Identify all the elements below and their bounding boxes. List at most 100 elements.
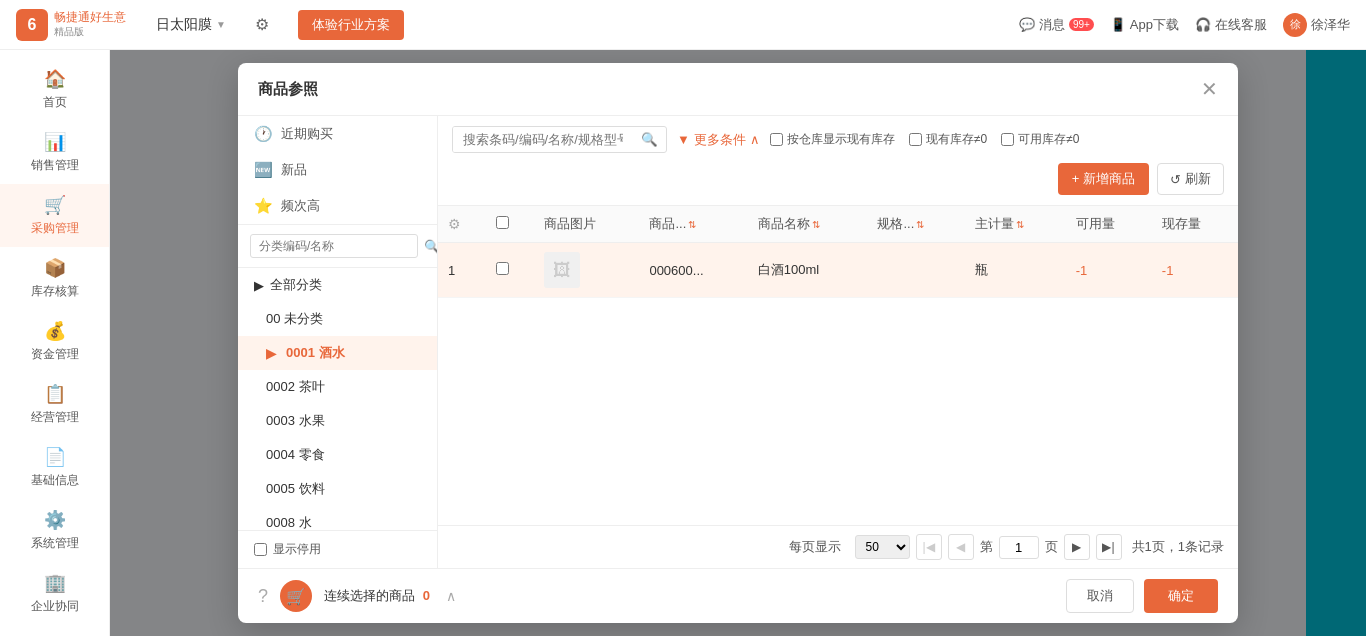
page-suffix-zh: 页 xyxy=(1045,538,1058,556)
page-prev-button[interactable]: ◀ xyxy=(948,534,974,560)
selected-count: 0 xyxy=(423,588,430,603)
cancel-button[interactable]: 取消 xyxy=(1066,579,1134,613)
existing-stock-checkbox[interactable] xyxy=(909,133,922,146)
col-unit[interactable]: 主计量⇅ xyxy=(965,206,1066,243)
show-disabled-label[interactable]: 显示停用 xyxy=(254,541,421,558)
product-search-input[interactable] xyxy=(453,127,633,152)
page-number-input[interactable] xyxy=(999,536,1039,559)
logo-icon: 6 xyxy=(16,9,48,41)
message-badge: 99+ xyxy=(1069,18,1094,31)
check-existing-stock[interactable]: 现有库存≠0 xyxy=(909,131,987,148)
phone-icon: 📱 xyxy=(1110,17,1126,32)
product-search-button[interactable]: 🔍 xyxy=(633,127,666,152)
category-snack[interactable]: 0004 零食 xyxy=(238,438,437,472)
table-row[interactable]: 1 🖼 000600... 白酒100ml 瓶 xyxy=(438,243,1238,298)
app-download-button[interactable]: 📱 App下载 xyxy=(1110,16,1179,34)
star-icon: ⭐ xyxy=(254,197,273,215)
cell-checkbox[interactable] xyxy=(486,243,534,298)
check-available-stock[interactable]: 可用库存≠0 xyxy=(1001,131,1079,148)
col-settings[interactable]: ⚙ xyxy=(438,206,486,243)
modal-left-footer: 显示停用 xyxy=(238,530,437,568)
add-product-button[interactable]: + 新增商品 xyxy=(1058,163,1149,195)
sidebar-item-business[interactable]: 📋 经营管理 xyxy=(0,373,109,436)
sidebar-item-home[interactable]: 🏠 首页 xyxy=(0,58,109,121)
page-last-button[interactable]: ▶| xyxy=(1096,534,1122,560)
cart-icon[interactable]: 🛒 xyxy=(280,580,312,612)
category-fruit[interactable]: 0003 水果 xyxy=(238,404,437,438)
chevron-up-icon: ∧ xyxy=(750,132,760,147)
purchase-icon: 🛒 xyxy=(44,194,66,216)
col-code[interactable]: 商品...⇅ xyxy=(639,206,747,243)
messages-button[interactable]: 💬 消息 99+ xyxy=(1019,16,1094,34)
trial-button[interactable]: 体验行业方案 xyxy=(298,10,404,40)
modal-overlay: 商品参照 ✕ 🕐 近期购买 🆕 xyxy=(110,50,1366,636)
help-icon[interactable]: ? xyxy=(258,586,268,607)
finance-icon: 💰 xyxy=(44,320,66,342)
sales-icon: 📊 xyxy=(44,131,66,153)
nav-dropdown[interactable]: 日太阳膜 ▼ xyxy=(156,16,226,34)
category-search-bar: 🔍 « xyxy=(238,225,437,268)
footer-actions: 取消 确定 xyxy=(1066,579,1218,613)
refresh-button[interactable]: ↺ 刷新 xyxy=(1157,163,1224,195)
nav-center: 日太阳膜 ▼ ⚙ 体验行业方案 xyxy=(136,9,1019,41)
modal-body: 🕐 近期购买 🆕 新品 ⭐ 频次高 xyxy=(238,116,1238,568)
cell-seq: 1 xyxy=(438,243,486,298)
sidebar-item-purchase[interactable]: 🛒 采购管理 xyxy=(0,184,109,247)
category-search-icon[interactable]: 🔍 xyxy=(424,239,438,254)
logo-text: 畅捷通好生意 xyxy=(54,10,126,26)
category-search-input[interactable] xyxy=(250,234,418,258)
sidebar-item-sales[interactable]: 📊 销售管理 xyxy=(0,121,109,184)
category-tea[interactable]: 0002 茶叶 xyxy=(238,370,437,404)
tab-high-frequency[interactable]: ⭐ 频次高 xyxy=(238,188,437,224)
warehouse-stock-checkbox[interactable] xyxy=(770,133,783,146)
col-stock: 现存量 xyxy=(1152,206,1238,243)
col-name[interactable]: 商品名称⇅ xyxy=(748,206,868,243)
product-table-wrap: ⚙ 商品图片 商品...⇅ 商品名称⇅ 规格...⇅ 主计量⇅ 可用量 现存量 xyxy=(438,206,1238,525)
toolbar-checkboxes: 按仓库显示现有库存 现有库存≠0 可用库存≠0 xyxy=(770,131,1080,148)
category-uncategorized[interactable]: 00 未分类 xyxy=(238,302,437,336)
sidebar-item-system[interactable]: ⚙️ 系统管理 xyxy=(0,499,109,562)
check-warehouse-stock[interactable]: 按仓库显示现有库存 xyxy=(770,131,895,148)
col-checkbox[interactable] xyxy=(486,206,534,243)
sidebar-item-finance[interactable]: 💰 资金管理 xyxy=(0,310,109,373)
more-filter-button[interactable]: ▼ 更多条件 ∧ xyxy=(677,131,760,149)
online-service-button[interactable]: 🎧 在线客服 xyxy=(1195,16,1267,34)
page-first-button[interactable]: |◀ xyxy=(916,534,942,560)
show-disabled-checkbox[interactable] xyxy=(254,543,267,556)
category-list: ▶ 全部分类 00 未分类 ▶ 0001 酒水 0002 茶 xyxy=(238,268,437,530)
product-table: ⚙ 商品图片 商品...⇅ 商品名称⇅ 规格...⇅ 主计量⇅ 可用量 现存量 xyxy=(438,206,1238,298)
selected-label: 连续选择的商品 0 xyxy=(324,587,434,605)
category-water[interactable]: 0008 水 xyxy=(238,506,437,530)
select-all-checkbox[interactable] xyxy=(496,216,509,229)
new-icon: 🆕 xyxy=(254,161,273,179)
sidebar-item-enterprise[interactable]: 🏢 企业协同 xyxy=(0,562,109,625)
tab-new-product[interactable]: 🆕 新品 xyxy=(238,152,437,188)
refresh-icon: ↺ xyxy=(1170,172,1181,187)
top-nav: 6 畅捷通好生意 精品版 日太阳膜 ▼ ⚙ 体验行业方案 💬 消息 99+ 📱 … xyxy=(0,0,1366,50)
user-profile-button[interactable]: 徐 徐泽华 xyxy=(1283,13,1350,37)
chevron-down-icon: ▼ xyxy=(216,19,226,30)
sidebar-item-basic[interactable]: 📄 基础信息 xyxy=(0,436,109,499)
row-checkbox[interactable] xyxy=(496,262,509,275)
category-all[interactable]: ▶ 全部分类 xyxy=(238,268,437,302)
footer-collapse-button[interactable]: ∧ xyxy=(446,588,456,604)
toolbar-actions: + 新增商品 ↺ 刷新 xyxy=(1058,163,1224,195)
active-expand-icon: ▶ xyxy=(266,346,276,361)
category-beverage[interactable]: 0005 饮料 xyxy=(238,472,437,506)
modal-right-panel: 🔍 ▼ 更多条件 ∧ 按仓库显示现有库存 xyxy=(438,116,1238,568)
page-total-info: 共1页，1条记录 xyxy=(1132,538,1224,556)
available-stock-checkbox[interactable] xyxy=(1001,133,1014,146)
modal-header: 商品参照 ✕ xyxy=(238,63,1238,116)
modal-close-button[interactable]: ✕ xyxy=(1201,77,1218,101)
message-icon: 💬 xyxy=(1019,17,1035,32)
tab-recent-purchase[interactable]: 🕐 近期购买 xyxy=(238,116,437,152)
col-spec[interactable]: 规格...⇅ xyxy=(867,206,965,243)
per-page-select[interactable]: 50 20 100 xyxy=(855,535,910,559)
sidebar-item-guide[interactable]: 🔰 新手引导 xyxy=(0,625,109,636)
page-label-zh: 第 xyxy=(980,538,993,556)
page-next-button[interactable]: ▶ xyxy=(1064,534,1090,560)
sidebar-item-inventory[interactable]: 📦 库存核算 xyxy=(0,247,109,310)
confirm-button[interactable]: 确定 xyxy=(1144,579,1218,613)
category-alcohol[interactable]: ▶ 0001 酒水 xyxy=(238,336,437,370)
settings-button[interactable]: ⚙ xyxy=(246,9,278,41)
